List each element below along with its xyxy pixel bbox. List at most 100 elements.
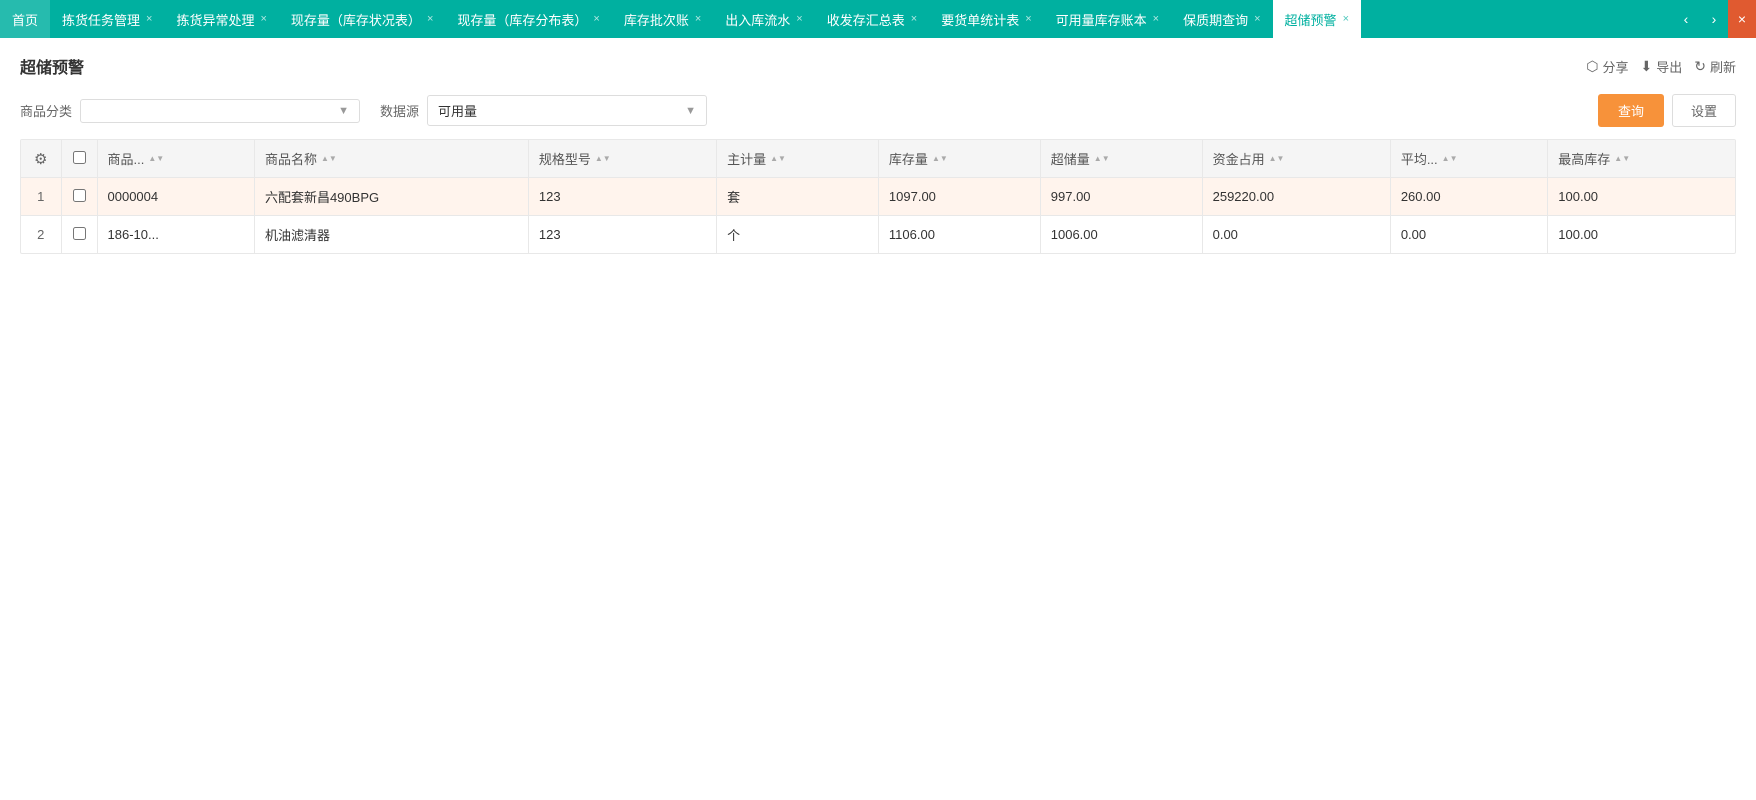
sort-capital-occupy[interactable]: 资金占用 ▲▼ xyxy=(1213,149,1285,168)
nav-quality-query[interactable]: 保质期查询 × xyxy=(1171,0,1272,38)
data-table: ⚙ 商品... ▲▼ 商品名称 ▲▼ xyxy=(21,140,1735,253)
row-checkbox-0[interactable] xyxy=(73,189,86,202)
export-button[interactable]: ⬇ 导出 xyxy=(1641,57,1683,76)
select-all-checkbox[interactable] xyxy=(73,151,86,164)
th-capital-occupy[interactable]: 资金占用 ▲▼ xyxy=(1202,140,1390,178)
sort-unit[interactable]: 主计量 ▲▼ xyxy=(727,149,786,168)
table-header-row: ⚙ 商品... ▲▼ 商品名称 ▲▼ xyxy=(21,140,1735,178)
nav-home[interactable]: 首页 xyxy=(0,0,50,38)
sort-stock[interactable]: 库存量 ▲▼ xyxy=(889,149,948,168)
query-button[interactable]: 查询 xyxy=(1598,94,1664,127)
sort-icon-over-stock: ▲▼ xyxy=(1094,155,1110,163)
nav-close-quality-query[interactable]: × xyxy=(1254,13,1260,25)
action-buttons: 查询 设置 xyxy=(1598,94,1736,127)
page-header: 超储预警 ⬡ 分享 ⬇ 导出 ↻ 刷新 xyxy=(20,54,1736,78)
top-navigation: 首页 拣货任务管理 × 拣货异常处理 × 现存量（库存状况表） × 现存量（库存… xyxy=(0,0,1756,38)
nav-stock-dist[interactable]: 现存量（库存分布表） × xyxy=(445,0,611,38)
nav-pick-task[interactable]: 拣货任务管理 × xyxy=(50,0,164,38)
category-chevron-icon: ▼ xyxy=(338,105,349,117)
row-checkbox-1[interactable] xyxy=(73,227,86,240)
nav-close-pick-exception[interactable]: × xyxy=(260,13,266,25)
nav-close-receipt-summary[interactable]: × xyxy=(911,13,917,25)
th-product-name[interactable]: 商品名称 ▲▼ xyxy=(254,140,528,178)
nav-inout-flow[interactable]: 出入库流水 × xyxy=(713,0,814,38)
nav-batch-account[interactable]: 库存批次账 × xyxy=(612,0,713,38)
nav-close-overstock-warning[interactable]: × xyxy=(1343,13,1349,25)
cell-product-code: 0000004 xyxy=(97,178,254,216)
sort-icon-unit: ▲▼ xyxy=(770,155,786,163)
sort-max-stock[interactable]: 最高库存 ▲▼ xyxy=(1558,149,1630,168)
sort-icon-stock: ▲▼ xyxy=(932,155,948,163)
nav-close-order-stats[interactable]: × xyxy=(1025,13,1031,25)
nav-overstock-warning[interactable]: 超储预警 × xyxy=(1273,0,1361,38)
th-unit[interactable]: 主计量 ▲▼ xyxy=(717,140,879,178)
th-avg[interactable]: 平均... ▲▼ xyxy=(1390,140,1547,178)
nav-close-available-account[interactable]: × xyxy=(1153,13,1159,25)
nav-prev-button[interactable]: ‹ xyxy=(1672,0,1700,38)
th-product-code[interactable]: 商品... ▲▼ xyxy=(97,140,254,178)
page-title: 超储预警 xyxy=(20,54,84,78)
cell-spec: 123 xyxy=(528,178,716,216)
cell-over-stock: 997.00 xyxy=(1040,178,1202,216)
th-stock[interactable]: 库存量 ▲▼ xyxy=(878,140,1040,178)
datasource-select-text: 可用量 xyxy=(438,101,679,120)
nav-available-account[interactable]: 可用量库存账本 × xyxy=(1044,0,1171,38)
cell-avg: 0.00 xyxy=(1390,216,1547,254)
th-max-stock[interactable]: 最高库存 ▲▼ xyxy=(1548,140,1735,178)
sort-spec[interactable]: 规格型号 ▲▼ xyxy=(539,149,611,168)
sort-product-name[interactable]: 商品名称 ▲▼ xyxy=(265,149,337,168)
cell-product-code: 186-10... xyxy=(97,216,254,254)
sort-icon-max-stock: ▲▼ xyxy=(1614,155,1630,163)
settings-gear-icon[interactable]: ⚙ xyxy=(34,151,47,168)
datasource-label: 数据源 xyxy=(380,101,419,120)
nav-close-inout-flow[interactable]: × xyxy=(796,13,802,25)
cell-unit: 套 xyxy=(717,178,879,216)
sort-icon-product-name: ▲▼ xyxy=(321,155,337,163)
category-filter: 商品分类 ▼ xyxy=(20,99,360,123)
cell-capital-occupy: 0.00 xyxy=(1202,216,1390,254)
nav-close-pick-task[interactable]: × xyxy=(146,13,152,25)
category-label: 商品分类 xyxy=(20,101,72,120)
sort-product-code[interactable]: 商品... ▲▼ xyxy=(108,149,165,168)
header-actions: ⬡ 分享 ⬇ 导出 ↻ 刷新 xyxy=(1586,57,1736,76)
nav-stock-status[interactable]: 现存量（库存状况表） × xyxy=(279,0,445,38)
cell-max-stock: 100.00 xyxy=(1548,178,1735,216)
settings-button[interactable]: 设置 xyxy=(1672,94,1736,127)
data-table-container: ⚙ 商品... ▲▼ 商品名称 ▲▼ xyxy=(20,139,1736,254)
nav-arrows: ‹ › × xyxy=(1672,0,1756,38)
sort-over-stock[interactable]: 超储量 ▲▼ xyxy=(1051,149,1110,168)
nav-close-stock-dist[interactable]: × xyxy=(593,13,599,25)
cell-over-stock: 1006.00 xyxy=(1040,216,1202,254)
nav-close-all-button[interactable]: × xyxy=(1728,0,1756,38)
cell-rownum: 2 xyxy=(21,216,61,254)
cell-avg: 260.00 xyxy=(1390,178,1547,216)
refresh-button[interactable]: ↻ 刷新 xyxy=(1694,57,1736,76)
export-icon: ⬇ xyxy=(1641,58,1653,75)
cell-spec: 123 xyxy=(528,216,716,254)
datasource-select[interactable]: 可用量 ▼ xyxy=(427,95,707,126)
nav-pick-exception[interactable]: 拣货异常处理 × xyxy=(164,0,278,38)
sort-avg[interactable]: 平均... ▲▼ xyxy=(1401,149,1458,168)
table-body: 1 0000004 六配套新昌490BPG 123 套 1097.00 997.… xyxy=(21,178,1735,254)
table-row: 2 186-10... 机油滤清器 123 个 1106.00 1006.00 … xyxy=(21,216,1735,254)
th-over-stock[interactable]: 超储量 ▲▼ xyxy=(1040,140,1202,178)
cell-stock: 1106.00 xyxy=(878,216,1040,254)
nav-order-stats[interactable]: 要货单统计表 × xyxy=(929,0,1043,38)
nav-next-button[interactable]: › xyxy=(1700,0,1728,38)
th-spec[interactable]: 规格型号 ▲▼ xyxy=(528,140,716,178)
table-row: 1 0000004 六配套新昌490BPG 123 套 1097.00 997.… xyxy=(21,178,1735,216)
sort-icon-product-code: ▲▼ xyxy=(148,155,164,163)
datasource-filter: 数据源 可用量 ▼ xyxy=(380,95,707,126)
share-icon: ⬡ xyxy=(1586,58,1598,75)
nav-close-stock-status[interactable]: × xyxy=(427,13,433,25)
th-gear: ⚙ xyxy=(21,140,61,178)
cell-max-stock: 100.00 xyxy=(1548,216,1735,254)
refresh-icon: ↻ xyxy=(1694,58,1706,75)
datasource-chevron-icon: ▼ xyxy=(685,105,696,117)
share-button[interactable]: ⬡ 分享 xyxy=(1586,57,1628,76)
sort-icon-avg: ▲▼ xyxy=(1442,155,1458,163)
sort-icon-capital-occupy: ▲▼ xyxy=(1269,155,1285,163)
nav-receipt-summary[interactable]: 收发存汇总表 × xyxy=(815,0,929,38)
category-select[interactable]: ▼ xyxy=(80,99,360,123)
nav-close-batch-account[interactable]: × xyxy=(695,13,701,25)
